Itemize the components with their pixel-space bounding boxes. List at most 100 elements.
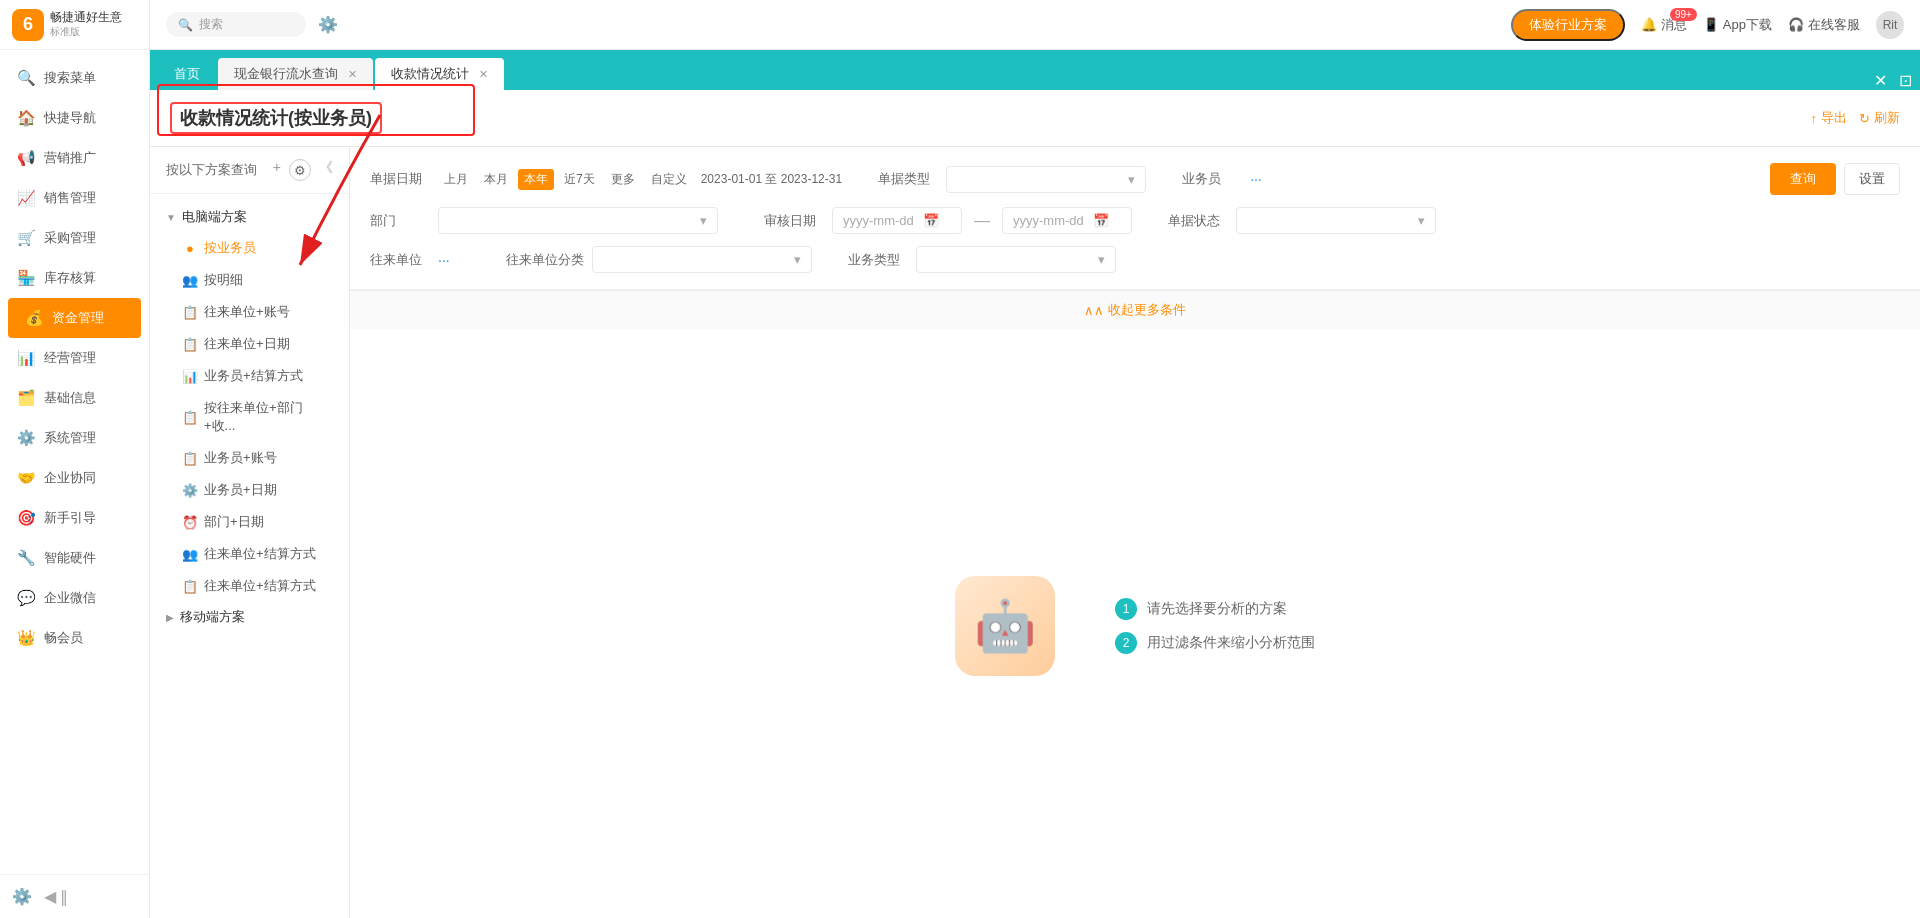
gear2-icon: ⚙️ bbox=[182, 482, 198, 498]
filter-actions: 查询 设置 bbox=[1770, 163, 1900, 195]
arrow-down-icon: ▼ bbox=[166, 212, 176, 223]
biz-type-select[interactable]: ▾ bbox=[916, 246, 1116, 273]
sidebar-label-finance: 资金管理 bbox=[52, 309, 104, 327]
maximize-icon[interactable]: ⊡ bbox=[1899, 71, 1912, 90]
app-download-link[interactable]: 📱 App下载 bbox=[1703, 16, 1772, 34]
sidebar-item-stock[interactable]: 🏪 库存核算 bbox=[0, 258, 149, 298]
date-tab-7days[interactable]: 近7天 bbox=[558, 169, 601, 190]
staff-more-icon[interactable]: ··· bbox=[1250, 171, 1262, 187]
topbar-settings-icon[interactable]: ⚙️ bbox=[318, 15, 338, 34]
refresh-button[interactable]: ↻ 刷新 bbox=[1859, 109, 1900, 127]
empty-illustration: 🤖 bbox=[955, 576, 1055, 676]
partner-label: 往来单位 bbox=[370, 251, 430, 269]
sidebar-item-operation[interactable]: 📊 经营管理 bbox=[0, 338, 149, 378]
date-tab-this-year[interactable]: 本年 bbox=[518, 169, 554, 190]
tree-item-staff-account[interactable]: 📋 业务员+账号 bbox=[150, 442, 349, 474]
date-tab-custom[interactable]: 自定义 bbox=[645, 169, 693, 190]
tree-group-desktop[interactable]: ▼ 电脑端方案 bbox=[150, 202, 349, 232]
sidebar-item-finance[interactable]: 💰 资金管理 bbox=[8, 298, 141, 338]
sidebar-label-guide: 新手引导 bbox=[44, 509, 96, 527]
tab-bank[interactable]: 现金银行流水查询 ✕ bbox=[218, 58, 373, 90]
tab-close-collection[interactable]: ✕ bbox=[479, 68, 488, 81]
tree-section: ▼ 电脑端方案 ● 按业务员 👥 按明细 📋 往来单位+账号 📋 往来 bbox=[150, 194, 349, 918]
online-service-link[interactable]: 🎧 在线客服 bbox=[1788, 16, 1860, 34]
topbar: 🔍 搜索 ⚙️ 体验行业方案 🔔 消息 99+ 📱 App下载 🎧 在线客服 R… bbox=[150, 0, 1920, 50]
sidebar-item-enterprise[interactable]: 🤝 企业协同 bbox=[0, 458, 149, 498]
setting-button[interactable]: 设置 bbox=[1844, 163, 1900, 195]
review-date-to[interactable]: yyyy-mm-dd 📅 bbox=[1002, 207, 1132, 234]
filter-row-2: 部门 ▾ 审核日期 yyyy-mm-dd 📅 — bbox=[370, 207, 1900, 234]
logo-name: 畅捷通好生意 bbox=[50, 10, 122, 26]
tab-close-bank[interactable]: ✕ bbox=[348, 68, 357, 81]
sidebar-item-sales[interactable]: 📈 销售管理 bbox=[0, 178, 149, 218]
purchase-icon: 🛒 bbox=[16, 228, 36, 248]
sidebar-item-search[interactable]: 🔍 搜索菜单 bbox=[0, 58, 149, 98]
collapse-bar[interactable]: ∧∧ 收起更多条件 bbox=[350, 290, 1920, 329]
chevron-down-icon: ▾ bbox=[1098, 252, 1105, 267]
doc-status-select[interactable]: ▾ bbox=[1236, 207, 1436, 234]
date-tab-this-month[interactable]: 本月 bbox=[478, 169, 514, 190]
close-all-icon[interactable]: ✕ bbox=[1874, 71, 1887, 90]
add-scheme-button[interactable]: + bbox=[273, 159, 281, 181]
home-icon: 🏠 bbox=[16, 108, 36, 128]
partner-more-icon[interactable]: ··· bbox=[438, 252, 450, 268]
sidebar-item-marketing[interactable]: 📢 营销推广 bbox=[0, 138, 149, 178]
scheme-settings-button[interactable]: ⚙ bbox=[289, 159, 311, 181]
settings-icon[interactable]: ⚙️ bbox=[12, 887, 32, 906]
user-avatar[interactable]: Rit bbox=[1876, 11, 1904, 39]
tab-home[interactable]: 首页 bbox=[158, 58, 216, 90]
tree-item-staff-date[interactable]: ⚙️ 业务员+日期 bbox=[150, 474, 349, 506]
sidebar-item-purchase[interactable]: 🛒 采购管理 bbox=[0, 218, 149, 258]
page-header-actions: ↑ 导出 ↻ 刷新 bbox=[1811, 109, 1901, 127]
dept-select[interactable]: ▾ bbox=[438, 207, 718, 234]
collapse-sidebar-icon[interactable]: ◀ ‖ bbox=[44, 887, 68, 906]
export-button[interactable]: ↑ 导出 bbox=[1811, 109, 1848, 127]
main-content: 收款情况统计(按业务员) ↑ 导出 ↻ 刷新 按以下方案查询 + ⚙ bbox=[150, 90, 1920, 918]
trial-button[interactable]: 体验行业方案 bbox=[1511, 9, 1625, 41]
tree-item-staff-settle[interactable]: 📊 业务员+结算方式 bbox=[150, 360, 349, 392]
sidebar-item-hardware[interactable]: 🔧 智能硬件 bbox=[0, 538, 149, 578]
tree-item-label-dept-date: 部门+日期 bbox=[204, 513, 264, 531]
tree-item-partner-account[interactable]: 📋 往来单位+账号 bbox=[150, 296, 349, 328]
notification-bell[interactable]: 🔔 消息 99+ bbox=[1641, 16, 1687, 34]
biz-type-label: 业务类型 bbox=[848, 251, 908, 269]
tree-item-by-detail[interactable]: 👥 按明细 bbox=[150, 264, 349, 296]
tab-collection[interactable]: 收款情况统计 ✕ bbox=[375, 58, 504, 90]
collapse-label: 收起更多条件 bbox=[1108, 301, 1186, 319]
sidebar-label-basic: 基础信息 bbox=[44, 389, 96, 407]
empty-steps: 1 请先选择要分析的方案 2 用过滤条件来缩小分析范围 bbox=[1115, 598, 1315, 654]
sidebar-label-system: 系统管理 bbox=[44, 429, 96, 447]
tree-item-by-staff[interactable]: ● 按业务员 bbox=[150, 232, 349, 264]
sidebar-item-basic[interactable]: 🗂️ 基础信息 bbox=[0, 378, 149, 418]
tree-item-label-partner-settle1: 往来单位+结算方式 bbox=[204, 545, 316, 563]
collapse-panel-button[interactable]: 《 bbox=[319, 159, 333, 181]
query-button[interactable]: 查询 bbox=[1770, 163, 1836, 195]
download-icon: 📱 bbox=[1703, 17, 1719, 32]
sidebar-item-nav[interactable]: 🏠 快捷导航 bbox=[0, 98, 149, 138]
sidebar-label-member: 畅会员 bbox=[44, 629, 83, 647]
panel-header-icons: + ⚙ 《 bbox=[273, 159, 333, 181]
tree-item-partner-dept[interactable]: 📋 按往来单位+部门+收... bbox=[150, 392, 349, 442]
tree-item-partner-settle1[interactable]: 👥 往来单位+结算方式 bbox=[150, 538, 349, 570]
panel-header: 按以下方案查询 + ⚙ 《 bbox=[150, 147, 349, 194]
date-tab-last-month[interactable]: 上月 bbox=[438, 169, 474, 190]
date-tab-more[interactable]: 更多 bbox=[605, 169, 641, 190]
tree-item-partner-date[interactable]: 📋 往来单位+日期 bbox=[150, 328, 349, 360]
tree-item-dept-date[interactable]: ⏰ 部门+日期 bbox=[150, 506, 349, 538]
tree-item-partner-settle2[interactable]: 📋 往来单位+结算方式 bbox=[150, 570, 349, 602]
sidebar-item-wechat[interactable]: 💬 企业微信 bbox=[0, 578, 149, 618]
sidebar-item-guide[interactable]: 🎯 新手引导 bbox=[0, 498, 149, 538]
doc3-icon: 📋 bbox=[182, 409, 198, 425]
doc-type-select[interactable]: ▾ bbox=[946, 166, 1146, 193]
sidebar-item-system[interactable]: ⚙️ 系统管理 bbox=[0, 418, 149, 458]
sidebar-label-wechat: 企业微信 bbox=[44, 589, 96, 607]
tree-group-mobile[interactable]: ▶ 移动端方案 bbox=[150, 602, 349, 632]
sidebar-label-stock: 库存核算 bbox=[44, 269, 96, 287]
partner-category-select[interactable]: ▾ bbox=[592, 246, 812, 273]
review-date-from[interactable]: yyyy-mm-dd 📅 bbox=[832, 207, 962, 234]
topbar-actions: 体验行业方案 🔔 消息 99+ 📱 App下载 🎧 在线客服 Rit bbox=[1511, 9, 1904, 41]
sidebar-item-member[interactable]: 👑 畅会员 bbox=[0, 618, 149, 658]
doc-status-label: 单据状态 bbox=[1168, 212, 1228, 230]
search-bar[interactable]: 🔍 搜索 bbox=[166, 12, 306, 37]
export-icon: ↑ bbox=[1811, 111, 1818, 126]
